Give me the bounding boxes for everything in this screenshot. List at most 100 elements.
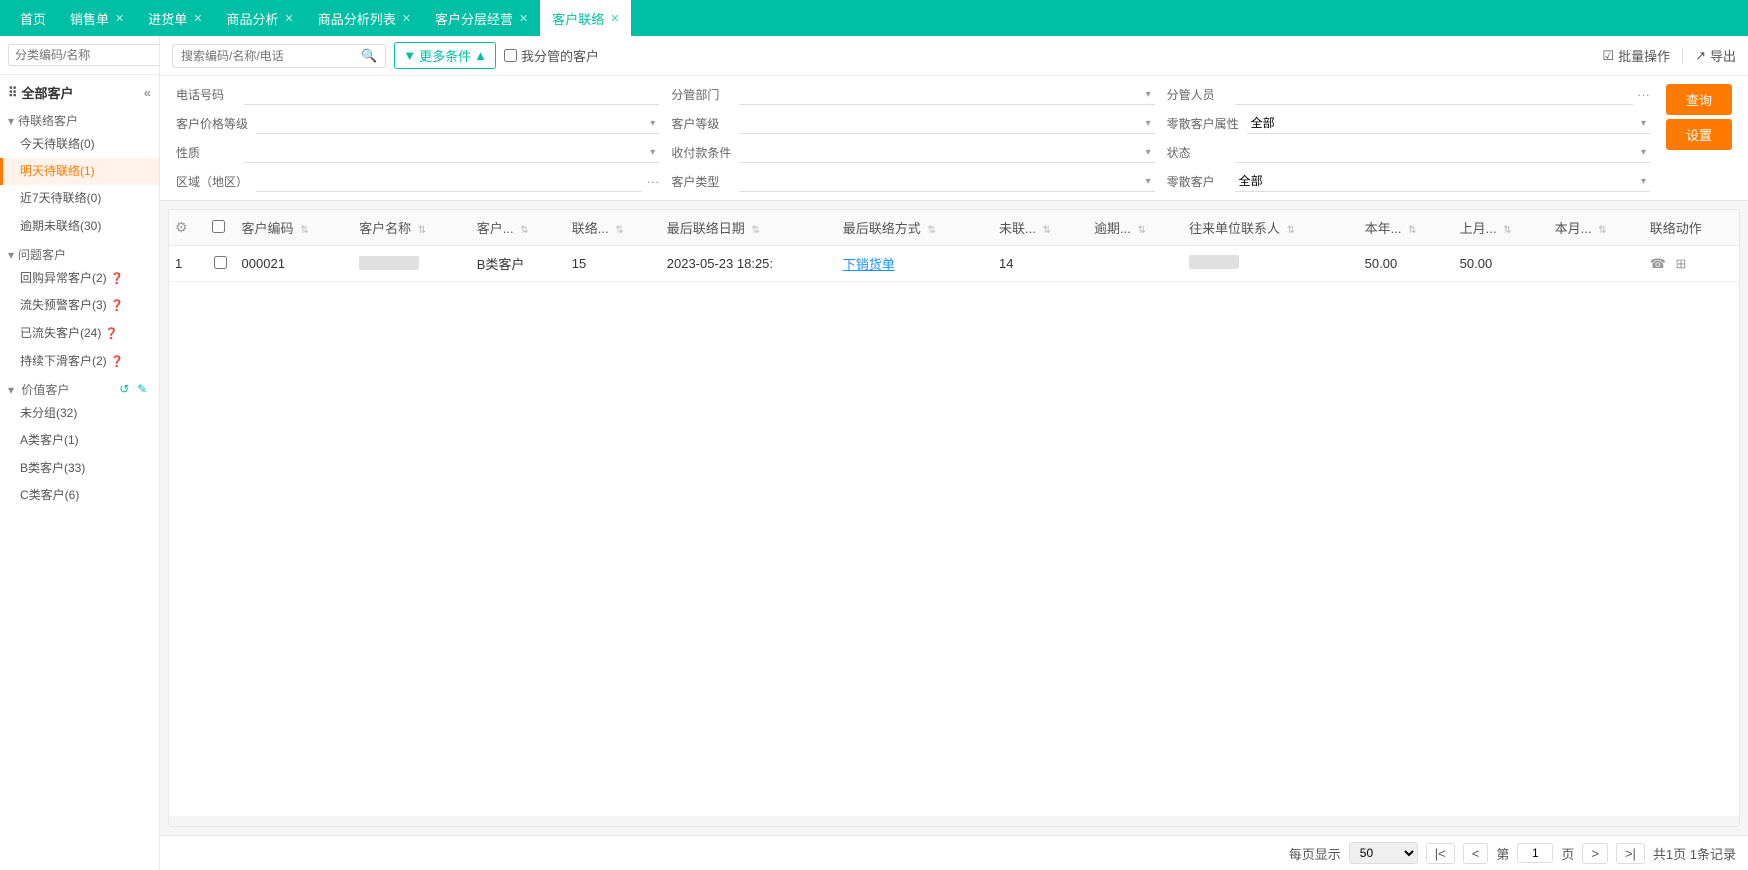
close-purchase-icon[interactable]: ✕ xyxy=(193,12,202,25)
status-select[interactable] xyxy=(1235,142,1650,162)
nav-purchase[interactable]: 进货单 ✕ xyxy=(136,0,214,36)
sidebar-item-repurchase-abnormal[interactable]: 回购异常客户(2) ❓ xyxy=(0,265,159,293)
sidebar-item-class-b[interactable]: B类客户(33) xyxy=(0,455,159,482)
last-page-button[interactable]: >| xyxy=(1616,843,1645,864)
scatter-customer-select-wrap: 全部 ▾ xyxy=(1235,171,1650,192)
chevron-up-icon: ▲ xyxy=(474,48,487,63)
group-problem-customers[interactable]: 问题客户 xyxy=(0,240,159,265)
sort-company-contacts-icon[interactable]: ⇅ xyxy=(1287,225,1295,236)
phone-input[interactable] xyxy=(244,84,659,105)
export-button[interactable]: ↗ 导出 xyxy=(1695,46,1736,65)
per-page-select[interactable]: 50 100 200 xyxy=(1349,842,1418,864)
collapse-icon[interactable]: « xyxy=(144,85,151,100)
sort-method-icon[interactable]: ⇅ xyxy=(927,225,935,236)
manager-dots-icon[interactable]: ··· xyxy=(1637,87,1650,102)
contact-method-link[interactable]: 下销货单 xyxy=(843,257,895,272)
group-pending-contact[interactable]: 待联络客户 xyxy=(0,106,159,131)
nav-customer-contact[interactable]: 客户联络 ✕ xyxy=(540,0,631,36)
nav-product-analysis-list[interactable]: 商品分析列表 ✕ xyxy=(306,0,423,36)
query-button[interactable]: 查询 xyxy=(1666,84,1732,115)
close-product-list-icon[interactable]: ✕ xyxy=(402,12,411,25)
set-button[interactable]: 设置 xyxy=(1666,119,1732,150)
action-contact-icon[interactable]: ☎ xyxy=(1650,256,1666,271)
nav-sales[interactable]: 销售单 ✕ xyxy=(58,0,136,36)
close-product-analysis-icon[interactable]: ✕ xyxy=(285,12,294,25)
customer-type-select-wrap: ▾ xyxy=(739,171,1154,192)
region-input[interactable] xyxy=(256,171,642,192)
sort-this-month-icon[interactable]: ⇅ xyxy=(1598,225,1606,236)
sidebar-item-overdue[interactable]: 逾期未联络(30) xyxy=(0,213,159,240)
sort-type-icon[interactable]: ⇅ xyxy=(520,225,528,236)
nav-product-analysis[interactable]: 商品分析 ✕ xyxy=(214,0,305,36)
search-input[interactable] xyxy=(181,49,361,63)
page-input[interactable] xyxy=(1517,843,1553,863)
next-page-button[interactable]: > xyxy=(1582,843,1608,864)
scatter-attr-select-wrap: 全部 ▾ xyxy=(1247,113,1650,134)
sidebar-item-7days[interactable]: 近7天待联络(0) xyxy=(0,185,159,212)
my-customer-checkbox-area: 我分管的客户 xyxy=(504,46,599,65)
column-settings-icon[interactable]: ⚙ xyxy=(175,219,188,235)
group-value-customers[interactable]: 价值客户 ↺ ✎ xyxy=(0,375,159,400)
filter-region: 区域（地区） ··· xyxy=(176,171,659,192)
sidebar-item-class-c[interactable]: C类客户(6) xyxy=(0,482,159,509)
col-last-contact-date: 最后联络日期 ⇅ xyxy=(661,210,837,246)
sidebar-item-churn-warning[interactable]: 流失预警客户(3) ❓ xyxy=(0,292,159,320)
price-level-select[interactable] xyxy=(256,113,659,133)
sort-name-icon[interactable]: ⇅ xyxy=(418,225,426,236)
all-customers-header[interactable]: ⠿ 全部客户 « xyxy=(0,75,159,106)
close-customer-layer-icon[interactable]: ✕ xyxy=(519,12,528,25)
sort-contact-icon[interactable]: ⇅ xyxy=(615,225,623,236)
toolbar-right: ☑ 批量操作 ↗ 导出 xyxy=(1602,46,1736,65)
payment-select[interactable] xyxy=(739,142,1154,162)
filter-scatter-attr: 零散客户属性 全部 ▾ xyxy=(1167,113,1650,134)
close-customer-contact-icon[interactable]: ✕ xyxy=(610,12,619,25)
sidebar-item-today[interactable]: 今天待联络(0) xyxy=(0,131,159,158)
my-customer-checkbox[interactable] xyxy=(504,49,517,62)
sidebar-item-declining[interactable]: 持续下滑客户(2) ❓ xyxy=(0,348,159,376)
data-table: ⚙ 客户编码 ⇅ 客户名称 ⇅ xyxy=(169,210,1739,282)
sort-overdue-icon[interactable]: ⇅ xyxy=(1137,225,1145,236)
table-scroll[interactable]: ⚙ 客户编码 ⇅ 客户名称 ⇅ xyxy=(169,210,1739,816)
region-dots-icon[interactable]: ··· xyxy=(646,174,659,189)
sort-last-month-icon[interactable]: ⇅ xyxy=(1503,225,1511,236)
scatter-customer-select[interactable]: 全部 xyxy=(1235,171,1650,191)
sort-last-date-icon[interactable]: ⇅ xyxy=(751,225,759,236)
scatter-attr-select[interactable]: 全部 xyxy=(1247,113,1650,133)
action-grid-icon[interactable]: ⊞ xyxy=(1676,256,1687,271)
edit-icon[interactable]: ✎ xyxy=(137,382,147,396)
sidebar-search-input[interactable] xyxy=(8,44,160,66)
nav-home[interactable]: 首页 xyxy=(8,0,58,36)
sort-no-contact-icon[interactable]: ⇅ xyxy=(1042,225,1050,236)
filter-nature: 性质 ▾ xyxy=(176,142,659,163)
manager-input[interactable] xyxy=(1235,84,1633,105)
dept-select-wrap: ▾ xyxy=(739,84,1154,105)
sort-code-icon[interactable]: ⇅ xyxy=(300,225,308,236)
nature-select[interactable] xyxy=(244,142,659,162)
col-company-contacts: 往来单位联系人 ⇅ xyxy=(1183,210,1359,246)
dept-select[interactable] xyxy=(739,84,1154,104)
nav-customer-layer[interactable]: 客户分层经营 ✕ xyxy=(423,0,540,36)
page-label: 第 xyxy=(1496,844,1509,863)
table-area: ⚙ 客户编码 ⇅ 客户名称 ⇅ xyxy=(168,209,1740,827)
table-row: 1 000021 Ea B类客户 15 2023-05-23 18:25: xyxy=(169,246,1739,282)
row-checkbox[interactable] xyxy=(214,256,227,269)
toolbar-search-icon[interactable]: 🔍 xyxy=(361,48,377,64)
first-page-button[interactable]: |< xyxy=(1426,843,1455,864)
filter-phone: 电话号码 xyxy=(176,84,659,105)
customer-type-select[interactable] xyxy=(739,171,1154,191)
batch-op-button[interactable]: ☑ 批量操作 xyxy=(1602,46,1670,65)
sort-this-year-icon[interactable]: ⇅ xyxy=(1408,225,1416,236)
customer-level-select[interactable] xyxy=(739,113,1154,133)
prev-page-button[interactable]: < xyxy=(1463,843,1489,864)
refresh-icon[interactable]: ↺ xyxy=(119,382,129,396)
horizontal-scrollbar[interactable] xyxy=(169,816,1739,826)
sidebar-item-class-a[interactable]: A类客户(1) xyxy=(0,427,159,454)
sidebar-item-churned[interactable]: 已流失客户(24) ❓ xyxy=(0,320,159,348)
col-this-month: 本月... ⇅ xyxy=(1549,210,1644,246)
top-nav: 首页 销售单 ✕ 进货单 ✕ 商品分析 ✕ 商品分析列表 ✕ 客户分层经营 ✕ … xyxy=(0,0,1748,36)
sidebar-item-tomorrow[interactable]: 明天待联络(1) xyxy=(0,158,159,185)
select-all-checkbox[interactable] xyxy=(212,220,225,233)
sidebar-item-ungrouped[interactable]: 未分组(32) xyxy=(0,400,159,427)
more-filter-button[interactable]: ▼ 更多条件 ▲ xyxy=(394,42,496,69)
close-sales-icon[interactable]: ✕ xyxy=(115,12,124,25)
